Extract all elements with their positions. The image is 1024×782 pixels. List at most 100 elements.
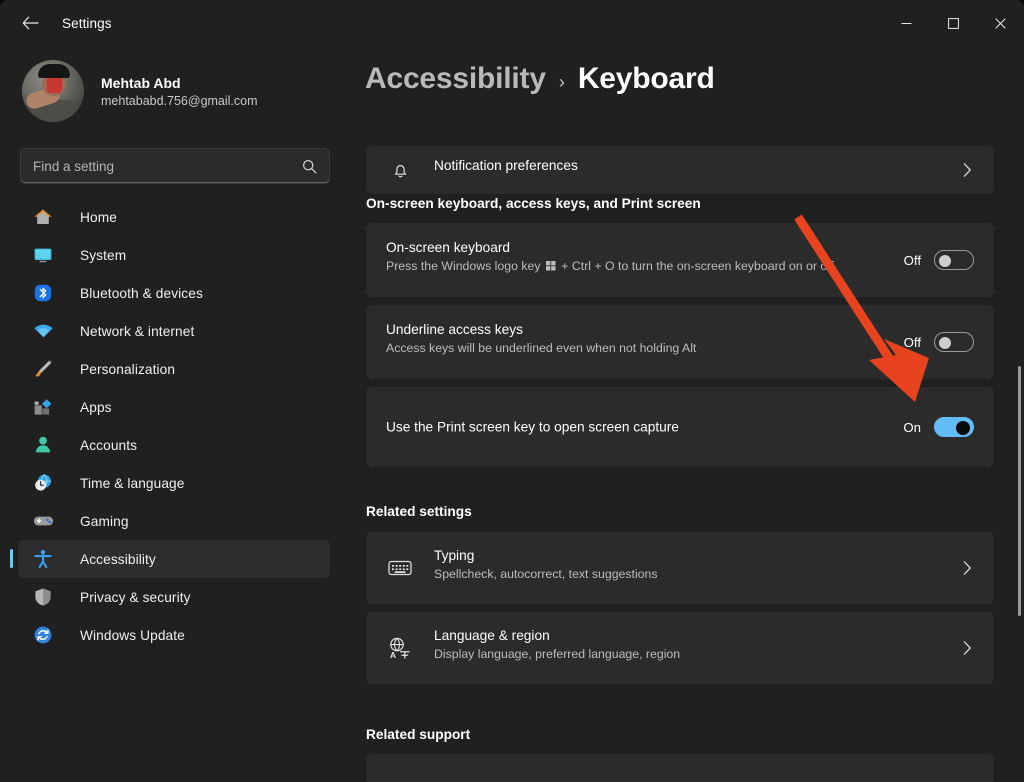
- language-globe-icon: A: [386, 634, 414, 662]
- related-support-card[interactable]: [366, 754, 994, 782]
- row-title: Notification preferences: [434, 158, 578, 173]
- sidebar-item-network-internet[interactable]: Network & internet: [18, 312, 330, 350]
- sidebar-item-home[interactable]: Home: [18, 198, 330, 236]
- toggle-group: On: [903, 417, 974, 437]
- minimize-button[interactable]: [883, 0, 930, 46]
- sidebar-item-label: Personalization: [80, 361, 176, 377]
- sidebar-item-label: Gaming: [80, 513, 129, 529]
- bluetooth-icon: [32, 282, 54, 304]
- section-heading-onscreen-keyboard: On-screen keyboard, access keys, and Pri…: [366, 196, 701, 211]
- apps-icon: [32, 396, 54, 418]
- clock-globe-icon: [32, 472, 54, 494]
- paintbrush-icon: [32, 358, 54, 380]
- setting-row-on-screen-keyboard[interactable]: On-screen keyboard Press the Windows log…: [366, 223, 994, 297]
- chevron-right-icon: [963, 163, 972, 178]
- minimize-icon: [901, 22, 912, 24]
- sidebar: Mehtab Abd mehtababd.756@gmail.com Home S…: [0, 46, 348, 782]
- sidebar-item-gaming[interactable]: Gaming: [18, 502, 330, 540]
- accessibility-person-icon: [32, 548, 54, 570]
- sidebar-item-label: Accounts: [80, 437, 138, 453]
- section-heading-related-support: Related support: [366, 727, 471, 742]
- svg-text:A: A: [390, 650, 396, 659]
- back-button[interactable]: [8, 7, 52, 39]
- search-icon: [302, 159, 329, 174]
- row-subtitle: Display language, preferred language, re…: [434, 647, 681, 661]
- setting-row-underline-access-keys[interactable]: Underline access keys Access keys will b…: [366, 305, 994, 379]
- row-subtitle: Press the Windows logo key + Ctrl + O to…: [386, 259, 834, 273]
- toggle-state-label: On: [903, 419, 921, 435]
- sidebar-item-label: Privacy & security: [80, 589, 191, 605]
- settings-list: Notification preferences On-screen keybo…: [348, 46, 1024, 782]
- maximize-icon: [948, 17, 959, 29]
- wifi-icon: [32, 320, 54, 342]
- underline-access-keys-toggle[interactable]: [934, 332, 974, 352]
- row-subtitle-post: + Ctrl + O to turn the on-screen keyboar…: [557, 259, 834, 273]
- row-title: Underline access keys: [386, 322, 523, 337]
- main-content: Notification preferences On-screen keybo…: [348, 46, 1024, 782]
- section-heading-related-settings: Related settings: [366, 504, 472, 519]
- sidebar-item-windows-update[interactable]: Windows Update: [18, 616, 330, 654]
- maximize-button[interactable]: [930, 0, 977, 46]
- update-refresh-icon: [32, 624, 54, 646]
- user-profile[interactable]: Mehtab Abd mehtababd.756@gmail.com: [0, 46, 348, 122]
- row-title: On-screen keyboard: [386, 240, 511, 255]
- windows-logo-key-icon: [545, 260, 556, 271]
- toggle-group: Off: [904, 332, 974, 352]
- title-bar: Settings: [0, 0, 1024, 46]
- sidebar-item-accessibility[interactable]: Accessibility: [10, 540, 330, 578]
- vertical-scrollbar[interactable]: [1018, 366, 1021, 616]
- breadcrumb-parent[interactable]: Accessibility: [365, 62, 546, 96]
- sidebar-item-accounts[interactable]: Accounts: [18, 426, 330, 464]
- sidebar-item-label: Time & language: [80, 475, 185, 491]
- sidebar-item-label: Home: [80, 209, 117, 225]
- sidebar-item-label: Windows Update: [80, 627, 185, 643]
- sidebar-item-label: System: [80, 247, 127, 263]
- settings-window: Settings Mehtab Abd mehtababd.756@gmail.…: [0, 0, 1024, 782]
- row-subtitle-pre: Press the Windows logo key: [386, 259, 544, 273]
- window-title: Settings: [62, 15, 112, 31]
- close-button[interactable]: [977, 0, 1024, 46]
- window-controls: [883, 0, 1024, 46]
- breadcrumb-separator: ›: [558, 72, 565, 92]
- shield-icon: [32, 586, 54, 608]
- chevron-right-icon: [963, 641, 972, 656]
- sidebar-item-label: Apps: [80, 399, 112, 415]
- keyboard-icon: [386, 554, 414, 582]
- breadcrumb: Accessibility › Keyboard: [365, 62, 735, 96]
- sidebar-item-privacy-security[interactable]: Privacy & security: [18, 578, 330, 616]
- person-icon: [32, 434, 54, 456]
- toggle-state-label: Off: [903, 252, 921, 268]
- toggle-group: Off: [904, 250, 974, 270]
- related-setting-language-region[interactable]: A Language & region Display language, pr…: [366, 612, 994, 684]
- setting-row-notification-preferences[interactable]: Notification preferences: [366, 146, 994, 194]
- sidebar-item-apps[interactable]: Apps: [18, 388, 330, 426]
- profile-name: Mehtab Abd: [101, 74, 181, 91]
- sidebar-item-personalization[interactable]: Personalization: [18, 350, 330, 388]
- back-arrow-icon: [22, 16, 39, 30]
- setting-row-print-screen-key[interactable]: Use the Print screen key to open screen …: [366, 387, 994, 467]
- avatar: [22, 60, 84, 122]
- sidebar-nav: Home System Bluetooth & devices Network & i…: [0, 198, 348, 654]
- gamepad-icon: [32, 510, 54, 532]
- sidebar-item-label: Network & internet: [80, 323, 195, 339]
- search-input[interactable]: [21, 158, 302, 174]
- sidebar-item-bluetooth-devices[interactable]: Bluetooth & devices: [18, 274, 330, 312]
- related-setting-typing[interactable]: Typing Spellcheck, autocorrect, text sug…: [366, 532, 994, 604]
- home-icon: [32, 206, 54, 228]
- row-subtitle: Access keys will be underlined even when…: [386, 341, 697, 355]
- row-title: Language & region: [434, 628, 550, 643]
- close-icon: [995, 17, 1006, 29]
- row-title: Typing: [434, 548, 475, 563]
- toggle-state-label: Off: [903, 334, 921, 350]
- sidebar-item-system[interactable]: System: [18, 236, 330, 274]
- row-subtitle: Spellcheck, autocorrect, text suggestion…: [434, 567, 658, 581]
- page-title: Keyboard: [577, 62, 715, 95]
- profile-email: mehtababd.756@gmail.com: [101, 93, 258, 108]
- print-screen-key-toggle[interactable]: [934, 417, 974, 437]
- row-title: Use the Print screen key to open screen …: [386, 419, 679, 435]
- search-box[interactable]: [20, 148, 330, 184]
- profile-text: Mehtab Abd mehtababd.756@gmail.com: [101, 75, 258, 108]
- sidebar-item-time-language[interactable]: Time & language: [18, 464, 330, 502]
- bell-icon: [386, 156, 414, 184]
- on-screen-keyboard-toggle[interactable]: [934, 250, 974, 270]
